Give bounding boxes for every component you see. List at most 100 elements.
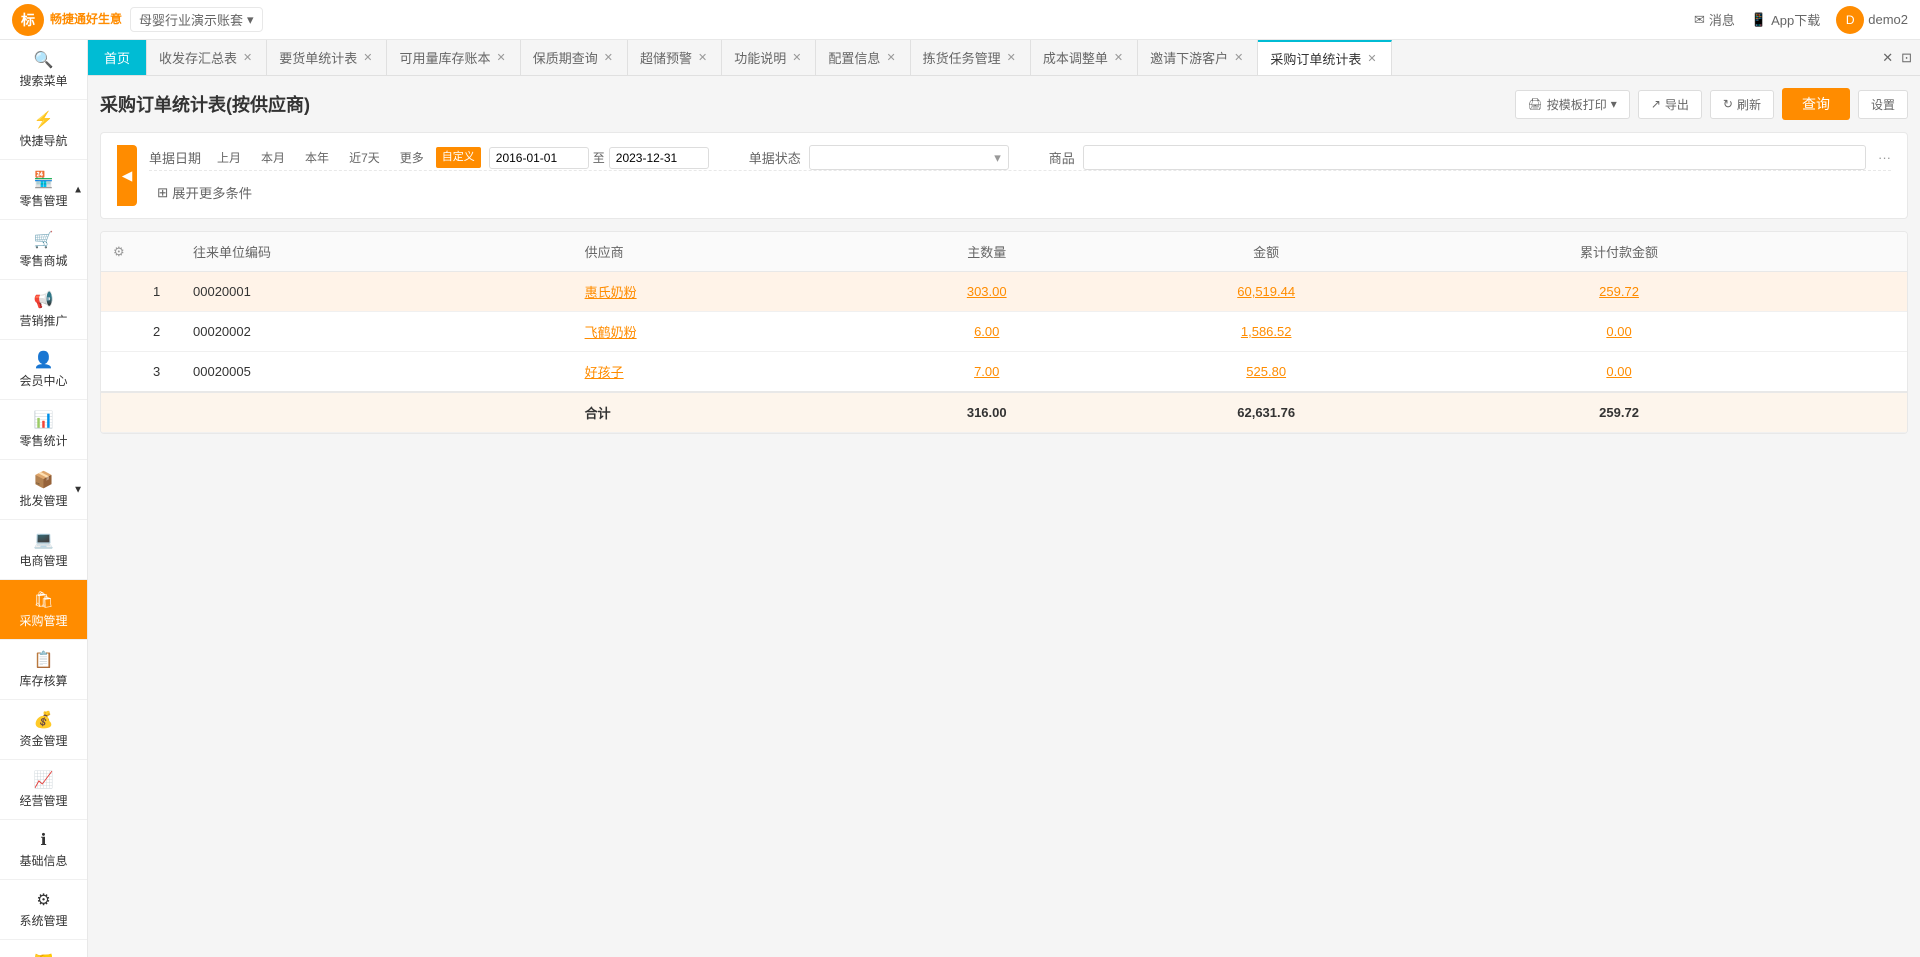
shortcut-last-7-days[interactable]: 近7天 (341, 147, 388, 168)
tab-close-overstock-warning[interactable]: ✕ (696, 51, 709, 64)
tab-close-config-info[interactable]: ✕ (884, 51, 897, 64)
shortcut-this-year[interactable]: 本年 (297, 147, 337, 168)
th-empty (1815, 232, 1907, 272)
tab-function-desc[interactable]: 功能说明 ✕ (722, 40, 816, 76)
tab-order-summary[interactable]: 要货单统计表 ✕ (267, 40, 387, 76)
paid-amount-link-3[interactable]: 0.00 (1606, 364, 1631, 379)
user-profile[interactable]: D demo2 (1836, 6, 1908, 34)
sidebar-item-inventory-check[interactable]: 📋 库存核算 (0, 640, 87, 700)
export-button[interactable]: ↗ 导出 (1638, 90, 1702, 119)
settings-button[interactable]: 设置 (1858, 90, 1908, 119)
th-index (141, 232, 181, 272)
main-qty-link-2[interactable]: 6.00 (974, 324, 999, 339)
tab-overstock-warning[interactable]: 超储预警 ✕ (628, 40, 722, 76)
query-button[interactable]: 查询 (1782, 88, 1850, 120)
maximize-button[interactable]: ⊡ (1901, 50, 1912, 66)
sidebar-item-purchase-mgmt[interactable]: 🛍 采购管理 (0, 580, 87, 640)
sidebar-item-retail-stats[interactable]: 📊 零售统计 (0, 400, 87, 460)
sidebar-item-member-center[interactable]: 👤 会员中心 (0, 340, 87, 400)
filter-row-1: 单据日期 上月 本月 本年 近7天 更多 自定义 (149, 145, 1891, 170)
supplier-link-1[interactable]: 惠氏奶粉 (585, 285, 637, 300)
paid-amount-link-1[interactable]: 259.72 (1599, 284, 1639, 299)
sidebar: 🔍 搜索菜单 ⚡ 快捷导航 🏪 零售管理 ▲ 🛒 零售商城 📢 营销推广 👤 会… (0, 40, 88, 957)
shortcut-more[interactable]: 更多 (392, 147, 432, 168)
tab-receive-summary[interactable]: 收发存汇总表 ✕ (147, 40, 267, 76)
main-qty-link-1[interactable]: 303.00 (967, 284, 1007, 299)
tab-expiry-query[interactable]: 保质期查询 ✕ (521, 40, 628, 76)
tab-close-function-desc[interactable]: ✕ (790, 51, 803, 64)
tab-close-invite-downstream[interactable]: ✕ (1232, 51, 1245, 64)
shortcut-this-month[interactable]: 本月 (253, 147, 293, 168)
logo-text: 畅捷通好生意 (50, 12, 122, 26)
row-main-qty-3: 7.00 (864, 352, 1109, 393)
tab-close-receive-summary[interactable]: ✕ (241, 51, 254, 64)
amount-link-3[interactable]: 525.80 (1246, 364, 1286, 379)
inventory-icon: 📋 (4, 650, 83, 670)
row-index-3: 3 (141, 352, 181, 393)
amount-link-2[interactable]: 1,586.52 (1241, 324, 1292, 339)
sidebar-item-retail-store[interactable]: 🛒 零售商城 (0, 220, 87, 280)
tab-home[interactable]: 首页 (88, 40, 147, 76)
sidebar-item-basic-info[interactable]: ℹ 基础信息 (0, 820, 87, 880)
row-amount-1: 60,519.44 (1109, 272, 1423, 312)
row-supplier-1: 惠氏奶粉 (573, 272, 865, 312)
app-download-button[interactable]: 📱 App下载 (1751, 10, 1820, 29)
supplier-link-2[interactable]: 飞鹤奶粉 (585, 325, 637, 340)
sidebar-item-ecommerce-mgmt[interactable]: 💻 电商管理 (0, 520, 87, 580)
date-from-input[interactable] (489, 147, 589, 169)
paid-amount-link-2[interactable]: 0.00 (1606, 324, 1631, 339)
sidebar-item-finance-mgmt[interactable]: 💰 资金管理 (0, 700, 87, 760)
sidebar-item-quick-nav[interactable]: ⚡ 快捷导航 (0, 100, 87, 160)
goods-input[interactable] (1083, 145, 1866, 170)
main-qty-link-3[interactable]: 7.00 (974, 364, 999, 379)
close-all-tabs-button[interactable]: ✕ (1882, 50, 1893, 66)
sidebar-item-operations-mgmt[interactable]: 📈 经营管理 (0, 760, 87, 820)
tab-purchase-stat[interactable]: 采购订单统计表 ✕ (1258, 40, 1391, 76)
main-layout: 🔍 搜索菜单 ⚡ 快捷导航 🏪 零售管理 ▲ 🛒 零售商城 📢 营销推广 👤 会… (0, 40, 1920, 957)
amount-link-1[interactable]: 60,519.44 (1237, 284, 1295, 299)
search-icon: 🔍 (4, 50, 83, 70)
bill-status-select[interactable]: 草稿 已提交 已审核 (809, 145, 1009, 170)
footer-main-qty: 316.00 (864, 392, 1109, 433)
sidebar-item-search[interactable]: 🔍 搜索菜单 (0, 40, 87, 100)
shortcut-last-month[interactable]: 上月 (209, 147, 249, 168)
tab-close-expiry-query[interactable]: ✕ (602, 51, 615, 64)
tab-invite-downstream[interactable]: 邀请下游客户 ✕ (1138, 40, 1258, 76)
sidebar-item-marketing[interactable]: 📢 营销推广 (0, 280, 87, 340)
filter-collapse-button[interactable]: ◀ (117, 145, 137, 206)
sidebar-item-retail-mgmt[interactable]: 🏪 零售管理 ▲ (0, 160, 87, 220)
expand-more-button[interactable]: ⊞ 展开更多条件 (149, 179, 260, 206)
tab-close-cost-adjust[interactable]: ✕ (1112, 51, 1125, 64)
tab-close-pick-task-mgmt[interactable]: ✕ (1005, 51, 1018, 64)
tab-close-purchase-stat[interactable]: ✕ (1365, 52, 1378, 65)
table-header-row: ⚙ 往来单位编码 供应商 主数量 金额 累计付款金额 (101, 232, 1907, 272)
chevron-down-icon: ▼ (73, 484, 83, 495)
workspace-selector[interactable]: 母婴行业演示账套 ▾ (130, 7, 263, 32)
message-button[interactable]: ✉ 消息 (1694, 10, 1735, 29)
tab-bar: 首页 收发存汇总表 ✕ 要货单统计表 ✕ 可用量库存账本 ✕ 保质期查询 ✕ 超… (88, 40, 1920, 76)
refresh-button[interactable]: ↻ 刷新 (1710, 90, 1774, 119)
sidebar-item-sys-mgmt[interactable]: ⚙ 系统管理 (0, 880, 87, 940)
tab-bar-controls: ✕ ⊡ (1874, 50, 1920, 66)
tab-config-info[interactable]: 配置信息 ✕ (816, 40, 910, 76)
ecommerce-icon: 💻 (4, 530, 83, 550)
row-unit-code-1: 00020001 (181, 272, 573, 312)
table-row: 3 00020005 好孩子 7.00 525.80 (101, 352, 1907, 393)
tab-available-stock[interactable]: 可用量库存账本 ✕ (387, 40, 520, 76)
finance-icon: 💰 (4, 710, 83, 730)
date-to-input[interactable] (609, 147, 709, 169)
column-settings-icon[interactable]: ⚙ (113, 244, 125, 259)
goods-input-more[interactable]: ··· (1878, 150, 1891, 165)
collab-icon: 🤝 (4, 950, 83, 957)
sidebar-item-wholesale-mgmt[interactable]: 📦 批发管理 ▼ (0, 460, 87, 520)
tab-close-order-summary[interactable]: ✕ (361, 51, 374, 64)
supplier-link-3[interactable]: 好孩子 (585, 365, 624, 380)
tab-close-available-stock[interactable]: ✕ (495, 51, 508, 64)
tab-pick-task-mgmt[interactable]: 拣货任务管理 ✕ (911, 40, 1031, 76)
date-shortcuts: 上月 本月 本年 近7天 更多 自定义 (209, 147, 481, 168)
template-print-button[interactable]: 🖨 按模板打印 ▾ (1515, 90, 1630, 119)
sidebar-item-enterprise-collab[interactable]: 🤝 企业协同 (0, 940, 87, 957)
row-index-1: 1 (141, 272, 181, 312)
row-index-2: 2 (141, 312, 181, 352)
tab-cost-adjust[interactable]: 成本调整单 ✕ (1031, 40, 1138, 76)
